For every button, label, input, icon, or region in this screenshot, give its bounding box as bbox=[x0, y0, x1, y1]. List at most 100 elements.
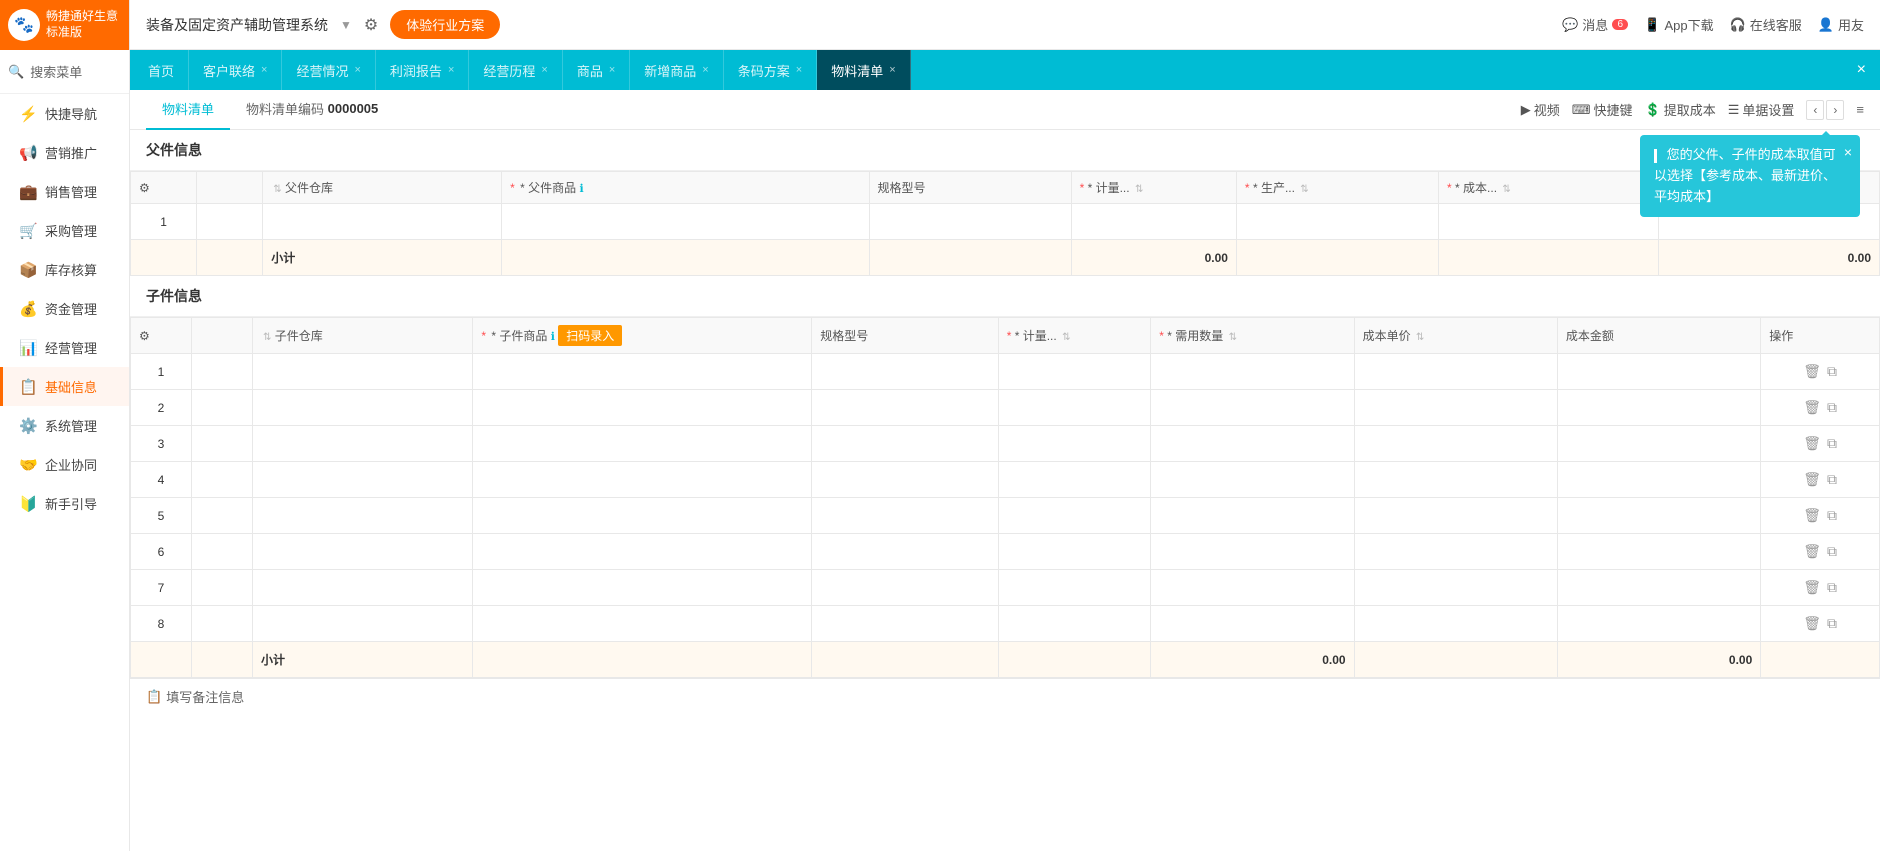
tab-goods[interactable]: 商品 × bbox=[563, 50, 630, 90]
copy-icon-5[interactable]: ⧉ bbox=[1827, 507, 1837, 524]
child-unit-price-7[interactable] bbox=[1354, 570, 1557, 606]
child-qty-7[interactable] bbox=[1151, 570, 1354, 606]
child-qty-5[interactable] bbox=[1151, 498, 1354, 534]
child-cost-amt-5[interactable] bbox=[1557, 498, 1760, 534]
child-spec-5[interactable] bbox=[812, 498, 998, 534]
child-spec-7[interactable] bbox=[812, 570, 998, 606]
system-dropdown-arrow[interactable]: ▼ bbox=[340, 18, 352, 32]
child-cost-amt-4[interactable] bbox=[1557, 462, 1760, 498]
parent-unit-1[interactable] bbox=[1071, 204, 1236, 240]
child-warehouse-7[interactable] bbox=[253, 570, 473, 606]
sidebar-nav-item-quick-nav[interactable]: ⚡ 快捷导航 bbox=[0, 94, 129, 133]
tab-barcode-close[interactable]: × bbox=[796, 64, 802, 76]
copy-icon-1[interactable]: ⧉ bbox=[1827, 363, 1837, 380]
child-unit-5[interactable] bbox=[998, 498, 1151, 534]
user-button[interactable]: 👤 用友 bbox=[1818, 15, 1864, 34]
copy-icon-6[interactable]: ⧉ bbox=[1827, 543, 1837, 560]
child-unit-price-6[interactable] bbox=[1354, 534, 1557, 570]
copy-icon-7[interactable]: ⧉ bbox=[1827, 579, 1837, 596]
nav-next-button[interactable]: › bbox=[1826, 100, 1844, 120]
child-qty-2[interactable] bbox=[1151, 390, 1354, 426]
copy-icon-3[interactable]: ⧉ bbox=[1827, 435, 1837, 452]
tab-bom[interactable]: 物料清单 × bbox=[817, 50, 910, 90]
child-spec-3[interactable] bbox=[812, 426, 998, 462]
parent-spec-1[interactable] bbox=[869, 204, 1071, 240]
child-product-1[interactable] bbox=[473, 354, 812, 390]
sub-tab-bom-code[interactable]: 物料清单编码 0000005 bbox=[230, 90, 394, 130]
tab-bar-close-all[interactable]: × bbox=[1847, 61, 1876, 79]
child-cost-amt-3[interactable] bbox=[1557, 426, 1760, 462]
sidebar-nav-item-enterprise[interactable]: 🤝 企业协同 bbox=[0, 445, 129, 484]
child-product-4[interactable] bbox=[473, 462, 812, 498]
tab-new-goods-close[interactable]: × bbox=[702, 64, 708, 76]
sidebar-nav-item-purchase[interactable]: 🛒 采购管理 bbox=[0, 211, 129, 250]
tab-customer[interactable]: 客户联络 × bbox=[189, 50, 282, 90]
sidebar-nav-item-inventory[interactable]: 📦 库存核算 bbox=[0, 250, 129, 289]
scan-button[interactable]: 扫码录入 bbox=[558, 325, 622, 346]
child-unit-price-4[interactable] bbox=[1354, 462, 1557, 498]
child-unit-3[interactable] bbox=[998, 426, 1151, 462]
delete-icon-1[interactable]: 🗑 bbox=[1803, 363, 1821, 380]
child-qty-6[interactable] bbox=[1151, 534, 1354, 570]
nav-prev-button[interactable]: ‹ bbox=[1806, 100, 1824, 120]
child-product-6[interactable] bbox=[473, 534, 812, 570]
copy-icon-2[interactable]: ⧉ bbox=[1827, 399, 1837, 416]
experience-button[interactable]: 体验行业方案 bbox=[390, 10, 500, 39]
settings-button[interactable]: ⚙ bbox=[364, 15, 378, 35]
child-qty-3[interactable] bbox=[1151, 426, 1354, 462]
delete-icon-7[interactable]: 🗑 bbox=[1803, 579, 1821, 596]
tab-history-close[interactable]: × bbox=[541, 64, 547, 76]
delete-icon-8[interactable]: 🗑 bbox=[1803, 615, 1821, 632]
sidebar-nav-item-finance[interactable]: 💰 资金管理 bbox=[0, 289, 129, 328]
delete-icon-4[interactable]: 🗑 bbox=[1803, 471, 1821, 488]
parent-prod-1[interactable] bbox=[1236, 204, 1438, 240]
child-unit-2[interactable] bbox=[998, 390, 1151, 426]
child-cost-amt-8[interactable] bbox=[1557, 606, 1760, 642]
messages-button[interactable]: 💬 消息 6 bbox=[1562, 15, 1628, 34]
child-product-3[interactable] bbox=[473, 426, 812, 462]
tooltip-close-button[interactable]: × bbox=[1844, 141, 1852, 163]
child-cost-amt-1[interactable] bbox=[1557, 354, 1760, 390]
child-qty-1[interactable] bbox=[1151, 354, 1354, 390]
child-unit-6[interactable] bbox=[998, 534, 1151, 570]
child-product-2[interactable] bbox=[473, 390, 812, 426]
child-product-7[interactable] bbox=[473, 570, 812, 606]
tab-operation-close[interactable]: × bbox=[354, 64, 360, 76]
tab-new-goods[interactable]: 新增商品 × bbox=[630, 50, 723, 90]
child-unit-8[interactable] bbox=[998, 606, 1151, 642]
child-warehouse-1[interactable] bbox=[253, 354, 473, 390]
remark-button[interactable]: 📋 填写备注信息 bbox=[146, 687, 244, 706]
tab-home[interactable]: 首页 bbox=[134, 50, 189, 90]
child-warehouse-6[interactable] bbox=[253, 534, 473, 570]
child-warehouse-8[interactable] bbox=[253, 606, 473, 642]
child-unit-7[interactable] bbox=[998, 570, 1151, 606]
sidebar-nav-item-basic-info[interactable]: 📋 基础信息 bbox=[0, 367, 129, 406]
child-qty-4[interactable] bbox=[1151, 462, 1354, 498]
parent-product-1[interactable] bbox=[502, 204, 869, 240]
child-cost-amt-6[interactable] bbox=[1557, 534, 1760, 570]
child-unit-price-8[interactable] bbox=[1354, 606, 1557, 642]
video-ctrl[interactable]: ▶ 视频 bbox=[1521, 100, 1560, 119]
sidebar-nav-item-guide[interactable]: 🔰 新手引导 bbox=[0, 484, 129, 523]
sidebar-nav-item-system[interactable]: ⚙️ 系统管理 bbox=[0, 406, 129, 445]
delete-icon-3[interactable]: 🗑 bbox=[1803, 435, 1821, 452]
delete-icon-6[interactable]: 🗑 bbox=[1803, 543, 1821, 560]
child-spec-4[interactable] bbox=[812, 462, 998, 498]
delete-icon-2[interactable]: 🗑 bbox=[1803, 399, 1821, 416]
app-download-button[interactable]: 📱 App下载 bbox=[1644, 15, 1713, 34]
tab-profit-close[interactable]: × bbox=[448, 64, 454, 76]
sidebar-nav-item-sales[interactable]: 💼 销售管理 bbox=[0, 172, 129, 211]
online-service-button[interactable]: 🎧 在线客服 bbox=[1730, 15, 1802, 34]
child-spec-6[interactable] bbox=[812, 534, 998, 570]
child-unit-price-2[interactable] bbox=[1354, 390, 1557, 426]
parent-cost-1[interactable] bbox=[1439, 204, 1659, 240]
child-product-5[interactable] bbox=[473, 498, 812, 534]
doc-settings-ctrl[interactable]: ☰ 单据设置 bbox=[1728, 100, 1795, 119]
child-cost-amt-2[interactable] bbox=[1557, 390, 1760, 426]
sub-tab-bom-list[interactable]: 物料清单 bbox=[146, 90, 230, 130]
tab-goods-close[interactable]: × bbox=[609, 64, 615, 76]
view-toggle-icon[interactable]: ≡ bbox=[1856, 102, 1864, 117]
child-warehouse-3[interactable] bbox=[253, 426, 473, 462]
child-cost-amt-7[interactable] bbox=[1557, 570, 1760, 606]
shortcut-ctrl[interactable]: ⌨ 快捷键 bbox=[1572, 100, 1633, 119]
